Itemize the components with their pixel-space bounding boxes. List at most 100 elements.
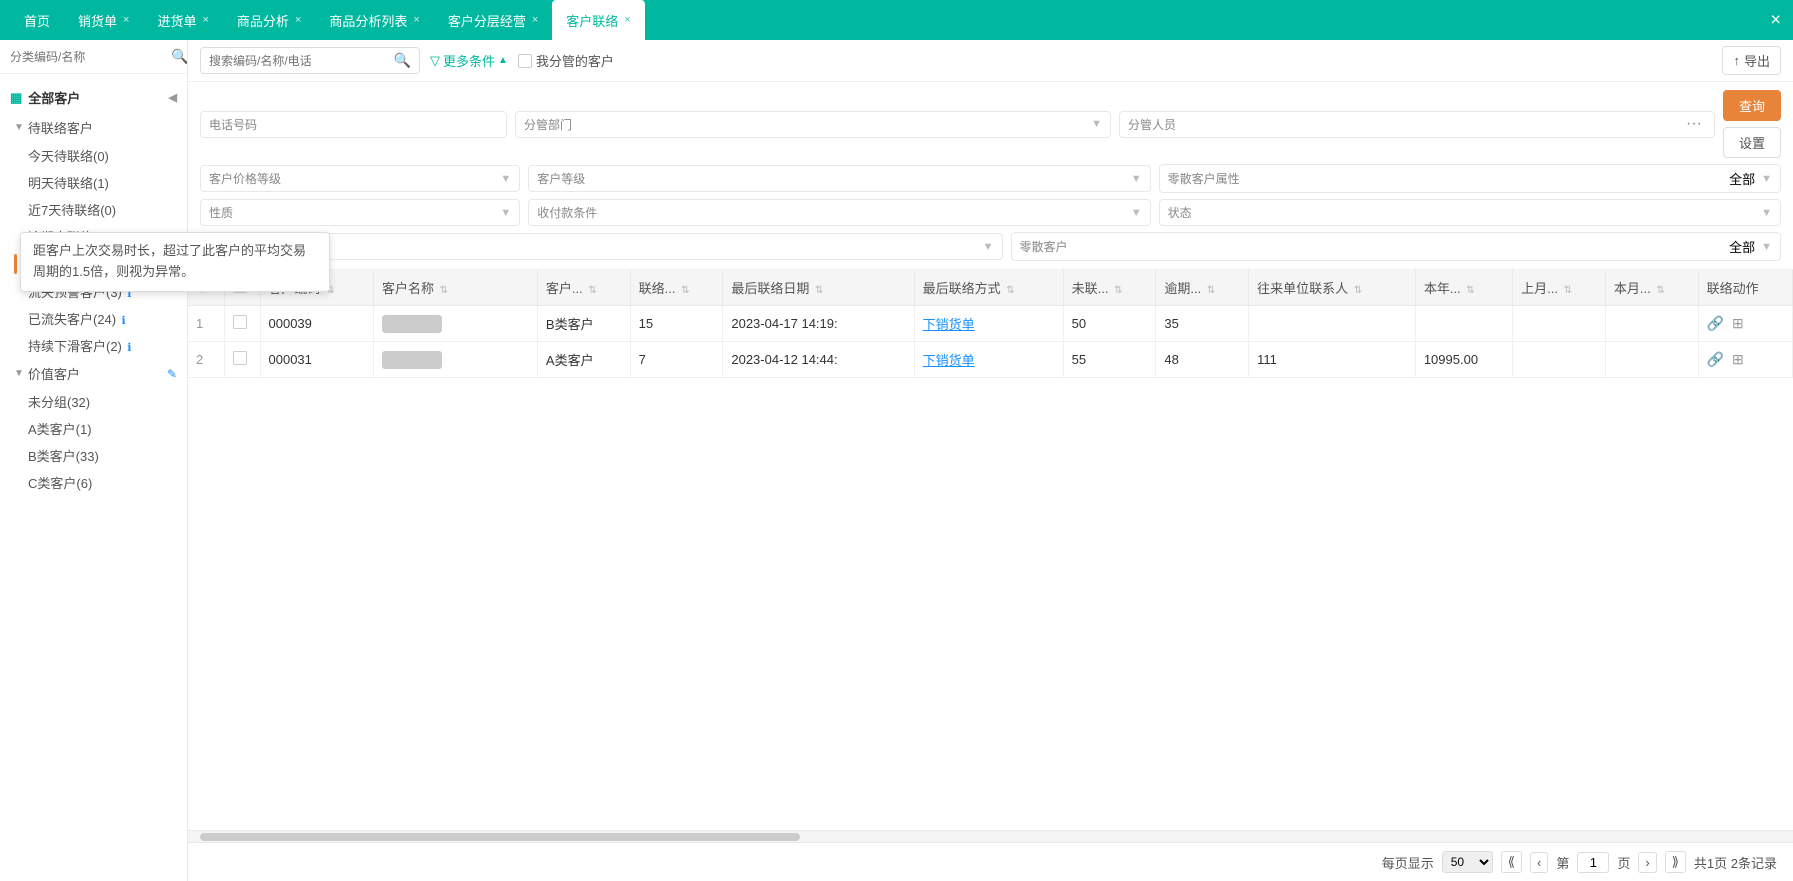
status-filter[interactable]: 状态 ▼: [1159, 199, 1781, 226]
th-contact-count[interactable]: 联络... ⇅: [630, 270, 723, 306]
sidebar-a-class[interactable]: A类客户(1): [0, 415, 187, 442]
th-last-contact-date[interactable]: 最后联络日期 ⇅: [723, 270, 914, 306]
nav-product-analysis-list[interactable]: 商品分析列表 ×: [315, 0, 433, 40]
sidebar-search-input[interactable]: [10, 50, 165, 64]
sort-type-icon[interactable]: ⇅: [588, 285, 596, 296]
filter-search-icon[interactable]: 🔍: [394, 52, 411, 69]
th-current-year[interactable]: 本年... ⇅: [1415, 270, 1512, 306]
phone-filter[interactable]: 电话号码: [200, 111, 507, 138]
nav-customer-stratification[interactable]: 客户分层经营 ×: [434, 0, 552, 40]
row-contact-2: 7: [630, 342, 723, 378]
value-group-edit-icon[interactable]: ✎: [167, 367, 177, 381]
close-all-tabs-button[interactable]: ×: [1770, 10, 1781, 31]
row-2-checkbox[interactable]: [233, 351, 247, 365]
row-code-1[interactable]: 000039: [260, 306, 373, 342]
page-size-select[interactable]: 50 20 100: [1442, 851, 1493, 873]
th-name[interactable]: 客户名称 ⇅: [373, 270, 537, 306]
top-navigation: 首页 销货单 × 进货单 × 商品分析 × 商品分析列表 × 客户分层经营 × …: [0, 0, 1793, 40]
close-product-analysis-icon[interactable]: ×: [295, 14, 301, 26]
sidebar-today-contact[interactable]: 今天待联络(0): [0, 142, 187, 169]
sort-year-icon[interactable]: ⇅: [1466, 285, 1474, 296]
sidebar-week-contact[interactable]: 近7天待联络(0): [0, 196, 187, 223]
settings-button[interactable]: 设置: [1723, 127, 1781, 158]
th-no-contact[interactable]: 未联... ⇅: [1063, 270, 1156, 306]
continuous-down-info-icon[interactable]: ℹ: [127, 342, 131, 354]
customer-type-filter[interactable]: 客户类型 ▼: [232, 233, 1003, 260]
row-name-1[interactable]: [373, 306, 537, 342]
th-last-month[interactable]: 上月... ⇅: [1513, 270, 1606, 306]
person-filter[interactable]: 分管人员 ···: [1119, 111, 1715, 138]
close-product-analysis-list-icon[interactable]: ×: [413, 14, 419, 26]
nav-product-analysis[interactable]: 商品分析 ×: [223, 0, 315, 40]
sort-overdue-icon[interactable]: ⇅: [1207, 285, 1215, 296]
current-page-input[interactable]: [1577, 852, 1609, 873]
sidebar-waiting-contact-group[interactable]: ▼ 待联络客户: [0, 113, 187, 142]
close-customer-contact-icon[interactable]: ×: [624, 14, 630, 26]
sort-contact-icon[interactable]: ⇅: [681, 285, 689, 296]
first-page-button[interactable]: ⟪: [1501, 851, 1522, 873]
nav-customer-contact[interactable]: 客户联络 ×: [552, 0, 644, 40]
th-partner-contact[interactable]: 往来单位联系人 ⇅: [1249, 270, 1416, 306]
next-page-button[interactable]: ›: [1638, 852, 1656, 873]
th-customer-type[interactable]: 客户... ⇅: [537, 270, 630, 306]
row-code-2[interactable]: 000031: [260, 342, 373, 378]
sidebar-continuous-down[interactable]: 持续下滑客户(2) ℹ: [0, 332, 187, 359]
sidebar-search-icon[interactable]: 🔍: [171, 48, 188, 65]
th-last-contact-method[interactable]: 最后联络方式 ⇅: [914, 270, 1063, 306]
sidebar-already-lost[interactable]: 已流失客户(24) ℹ: [0, 305, 187, 332]
payment-filter[interactable]: 收付款条件 ▼: [528, 199, 1150, 226]
search-input[interactable]: [209, 54, 388, 68]
sidebar-c-class[interactable]: C类客户(6): [0, 469, 187, 496]
sort-partner-icon[interactable]: ⇅: [1354, 285, 1362, 296]
row-1-checkbox[interactable]: [233, 315, 247, 329]
customer-level-filter[interactable]: 客户等级 ▼: [528, 165, 1150, 192]
action-link-icon-1[interactable]: 🔗: [1707, 315, 1724, 332]
nav-home[interactable]: 首页: [10, 0, 64, 40]
dept-filter[interactable]: 分管部门 ▼: [515, 111, 1111, 138]
sidebar-all-customers[interactable]: ▦ 全部客户 ◀: [0, 82, 187, 113]
already-lost-info-icon[interactable]: ℹ: [121, 315, 125, 327]
sidebar-value-group[interactable]: ▼ 价值客户 ✎: [0, 359, 187, 388]
retail-attr-filter[interactable]: 零散客户属性 全部 ▼: [1159, 164, 1781, 193]
sort-last-month-icon[interactable]: ⇅: [1564, 285, 1572, 296]
action-link-icon-2[interactable]: 🔗: [1707, 351, 1724, 368]
retail-customer-filter[interactable]: 零散客户 全部 ▼: [1011, 232, 1782, 261]
sort-name-icon[interactable]: ⇅: [440, 285, 448, 296]
th-current-month[interactable]: 本月... ⇅: [1605, 270, 1698, 306]
th-overdue[interactable]: 逾期... ⇅: [1156, 270, 1249, 306]
gender-arrow-icon: ▼: [500, 207, 511, 219]
row-method-2[interactable]: 下销货单: [914, 342, 1063, 378]
table-footer: 每页显示 50 20 100 ⟪ ‹ 第 页 › ⟫ 共1页 2条记录: [188, 842, 1793, 881]
scrollbar-thumb[interactable]: [200, 833, 800, 841]
close-purchase-order-icon[interactable]: ×: [202, 14, 208, 26]
sort-no-contact-icon[interactable]: ⇅: [1114, 285, 1122, 296]
row-contact-1: 15: [630, 306, 723, 342]
action-grid-icon-1[interactable]: ⊞: [1732, 315, 1744, 332]
close-customer-stratification-icon[interactable]: ×: [532, 14, 538, 26]
query-button[interactable]: 查询: [1723, 90, 1781, 121]
sort-month-icon[interactable]: ⇅: [1656, 285, 1664, 296]
sidebar-b-class[interactable]: B类客户(33): [0, 442, 187, 469]
last-page-button[interactable]: ⟫: [1665, 851, 1686, 873]
sort-date-icon[interactable]: ⇅: [815, 285, 823, 296]
more-conditions-button[interactable]: ▽ 更多条件 ▲: [430, 51, 508, 70]
export-button[interactable]: ↑ 导出: [1722, 46, 1781, 75]
action-grid-icon-2[interactable]: ⊞: [1732, 351, 1744, 368]
sort-method-icon[interactable]: ⇅: [1006, 285, 1014, 296]
row-name-2[interactable]: [373, 342, 537, 378]
my-customer-checkbox[interactable]: [518, 54, 532, 68]
payment-arrow-icon: ▼: [1131, 207, 1142, 219]
prev-page-button[interactable]: ‹: [1530, 852, 1548, 873]
my-customer-checkbox-area[interactable]: 我分管的客户: [518, 51, 614, 70]
horizontal-scrollbar[interactable]: [188, 830, 1793, 842]
gender-filter[interactable]: 性质 ▼: [200, 199, 520, 226]
nav-sales-order[interactable]: 销货单 ×: [64, 0, 143, 40]
sidebar-ungroup[interactable]: 未分组(32): [0, 388, 187, 415]
row-num-1: 1: [188, 306, 224, 342]
person-filter-dots[interactable]: ···: [1682, 116, 1706, 132]
price-level-filter[interactable]: 客户价格等级 ▼: [200, 165, 520, 192]
close-sales-order-icon[interactable]: ×: [123, 14, 129, 26]
row-method-1[interactable]: 下销货单: [914, 306, 1063, 342]
sidebar-tomorrow-contact[interactable]: 明天待联络(1): [0, 169, 187, 196]
nav-purchase-order[interactable]: 进货单 ×: [143, 0, 222, 40]
